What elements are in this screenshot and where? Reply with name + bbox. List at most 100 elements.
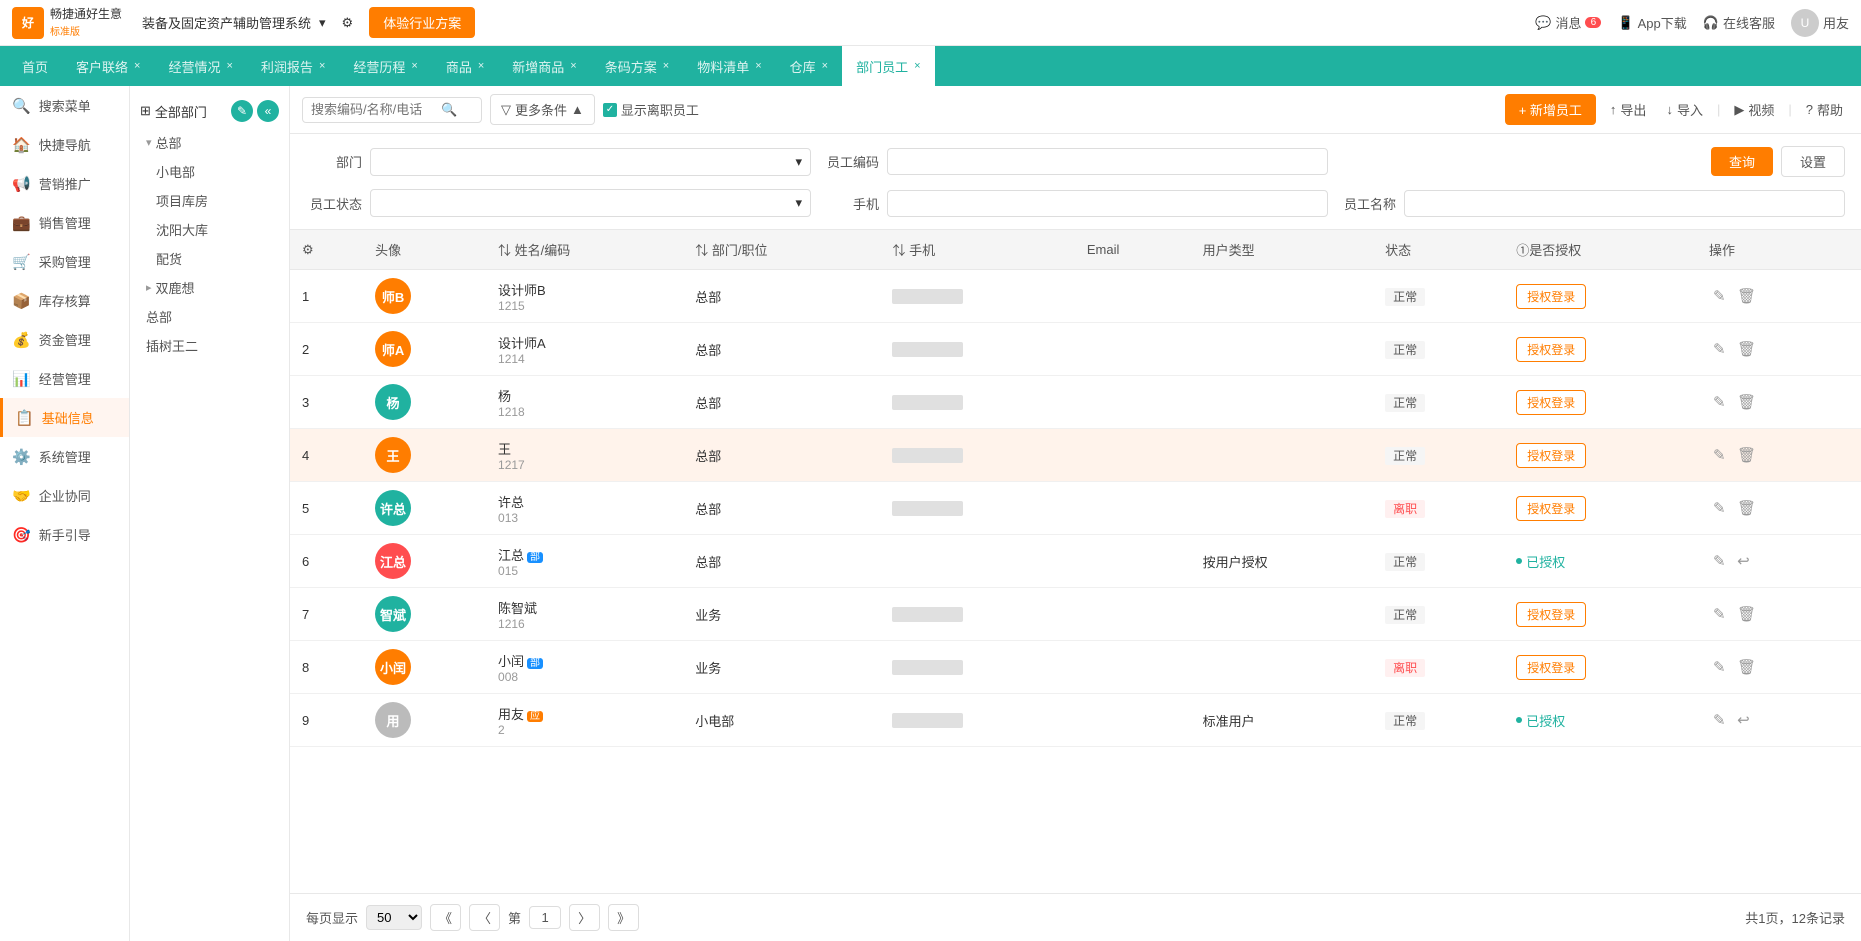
online-service-btn[interactable]: 🎧 在线客服 (1703, 13, 1775, 32)
edit-btn-6[interactable]: ✎ (1709, 551, 1730, 572)
close-history-tab[interactable]: × (411, 60, 417, 72)
col-name-code[interactable]: ⇅ 姓名/编码 (486, 230, 683, 270)
col-settings[interactable]: ⚙ (290, 230, 363, 270)
edit-btn-7[interactable]: ✎ (1709, 604, 1730, 625)
close-customer-tab[interactable]: × (134, 60, 140, 72)
add-employee-btn[interactable]: + 新增员工 (1505, 94, 1596, 125)
auth-login-btn-8[interactable]: 授权登录 (1516, 655, 1586, 680)
tab-employee[interactable]: 部门员工 × (842, 46, 934, 86)
col-dept-position[interactable]: ⇅ 部门/职位 (683, 230, 880, 270)
app-download-btn[interactable]: 📱 App下载 (1617, 13, 1686, 32)
auth-login-btn-5[interactable]: 授权登录 (1516, 496, 1586, 521)
dept-node-headquarter[interactable]: ▾ 总部 (130, 128, 289, 157)
dept-node-project-room[interactable]: 项目库房 (130, 186, 289, 215)
sidebar-item-system[interactable]: ⚙️ 系统管理 (0, 437, 129, 476)
dept-node-chushuwangii[interactable]: 插树王二 (130, 331, 289, 360)
sidebar-item-sales[interactable]: 💼 销售管理 (0, 203, 129, 242)
edit-btn-5[interactable]: ✎ (1709, 498, 1730, 519)
import-btn[interactable]: ↓ 导入 (1660, 95, 1709, 124)
close-warehouse-tab[interactable]: × (822, 60, 828, 72)
close-new-product-tab[interactable]: × (570, 60, 576, 72)
delete-btn-9[interactable]: ↩ (1733, 710, 1754, 731)
sidebar-item-purchase[interactable]: 🛒 采购管理 (0, 242, 129, 281)
auth-login-btn-1[interactable]: 授权登录 (1516, 284, 1586, 309)
sidebar-item-marketing[interactable]: 📢 营销推广 (0, 164, 129, 203)
dept-collapse-btn[interactable]: « (257, 100, 279, 122)
edit-btn-3[interactable]: ✎ (1709, 392, 1730, 413)
tab-profit[interactable]: 利润报告 × (247, 46, 339, 86)
dept-node-shenyang[interactable]: 沈阳大库 (130, 215, 289, 244)
prev-page-btn[interactable]: 〈 (469, 904, 500, 931)
close-profit-tab[interactable]: × (319, 60, 325, 72)
dept-node-distribution[interactable]: 配货 (130, 244, 289, 273)
emp-code-input[interactable] (887, 148, 1328, 175)
dept-node-shuanglu[interactable]: ▸ 双鹿想 (130, 273, 289, 302)
help-btn[interactable]: ? 帮助 (1800, 95, 1849, 124)
auth-login-btn-4[interactable]: 授权登录 (1516, 443, 1586, 468)
dept-node-small-electric[interactable]: 小电部 (130, 157, 289, 186)
sidebar-item-quick-nav[interactable]: 🏠 快捷导航 (0, 125, 129, 164)
tab-product[interactable]: 商品 × (432, 46, 498, 86)
export-btn[interactable]: ↑ 导出 (1604, 95, 1653, 124)
gear-icon[interactable]: ⚙ (342, 15, 354, 31)
query-btn[interactable]: 查询 (1711, 147, 1773, 176)
search-icon[interactable]: 🔍 (441, 102, 457, 118)
auth-login-btn-2[interactable]: 授权登录 (1516, 337, 1586, 362)
per-page-select[interactable]: 50 20 100 (366, 905, 422, 930)
tab-barcode[interactable]: 条码方案 × (591, 46, 683, 86)
close-product-tab[interactable]: × (478, 60, 484, 72)
view-btn[interactable]: ▶ 视频 (1728, 95, 1780, 124)
close-employee-tab[interactable]: × (914, 60, 920, 72)
dept-select[interactable]: ▾ (370, 148, 811, 176)
delete-btn-7[interactable]: 🗑 (1733, 604, 1760, 625)
messages-btn[interactable]: 💬 消息 6 (1535, 13, 1601, 32)
edit-btn-9[interactable]: ✎ (1709, 710, 1730, 731)
auth-login-btn-3[interactable]: 授权登录 (1516, 390, 1586, 415)
tab-operation[interactable]: 经营情况 × (154, 46, 246, 86)
auth-login-btn-7[interactable]: 授权登录 (1516, 602, 1586, 627)
sidebar-item-finance[interactable]: 💰 资金管理 (0, 320, 129, 359)
close-operation-tab[interactable]: × (226, 60, 232, 72)
first-page-btn[interactable]: 《 (430, 904, 461, 931)
delete-btn-4[interactable]: 🗑 (1733, 445, 1760, 466)
delete-btn-1[interactable]: 🗑 (1733, 286, 1760, 307)
delete-btn-8[interactable]: 🗑 (1733, 657, 1760, 678)
next-page-btn[interactable]: 〉 (569, 904, 600, 931)
tab-bom[interactable]: 物料清单 × (683, 46, 775, 86)
tab-warehouse[interactable]: 仓库 × (776, 46, 842, 86)
emp-status-select[interactable]: ▾ (370, 189, 811, 217)
edit-btn-2[interactable]: ✎ (1709, 339, 1730, 360)
show-resigned-toggle[interactable]: 显示离职员工 (603, 100, 699, 119)
sidebar-item-inventory[interactable]: 📦 库存核算 (0, 281, 129, 320)
sidebar-item-collab[interactable]: 🤝 企业协同 (0, 476, 129, 515)
delete-btn-5[interactable]: 🗑 (1733, 498, 1760, 519)
tab-new-product[interactable]: 新增商品 × (498, 46, 590, 86)
dept-edit-btn[interactable]: ✎ (231, 100, 253, 122)
edit-btn-1[interactable]: ✎ (1709, 286, 1730, 307)
title-arrow-icon[interactable]: ▾ (319, 15, 326, 31)
tab-history[interactable]: 经营历程 × (339, 46, 431, 86)
edit-btn-4[interactable]: ✎ (1709, 445, 1730, 466)
delete-btn-2[interactable]: 🗑 (1733, 339, 1760, 360)
trial-button[interactable]: 体验行业方案 (369, 7, 475, 38)
phone-input[interactable] (887, 190, 1328, 217)
delete-btn-6[interactable]: ↩ (1733, 551, 1754, 572)
tab-home[interactable]: 首页 (8, 46, 62, 86)
sidebar-item-basic-info[interactable]: 📋 基础信息 (0, 398, 129, 437)
user-menu-btn[interactable]: U 用友 (1791, 9, 1849, 37)
search-input[interactable] (311, 102, 441, 117)
tab-customer[interactable]: 客户联络 × (62, 46, 154, 86)
last-page-btn[interactable]: 》 (608, 904, 639, 931)
edit-btn-8[interactable]: ✎ (1709, 657, 1730, 678)
sidebar-item-management[interactable]: 📊 经营管理 (0, 359, 129, 398)
col-phone[interactable]: ⇅ 手机 (880, 230, 1074, 270)
set-btn[interactable]: 设置 (1781, 146, 1845, 177)
emp-name-input[interactable] (1404, 190, 1845, 217)
close-bom-tab[interactable]: × (755, 60, 761, 72)
close-barcode-tab[interactable]: × (663, 60, 669, 72)
sidebar-item-guide[interactable]: 🎯 新手引导 (0, 515, 129, 554)
sidebar-item-search[interactable]: 🔍 搜索菜单 (0, 86, 129, 125)
delete-btn-3[interactable]: 🗑 (1733, 392, 1760, 413)
more-filter-btn[interactable]: ▽ 更多条件 ▲ (490, 94, 595, 125)
dept-node-headquarter2[interactable]: 总部 (130, 302, 289, 331)
